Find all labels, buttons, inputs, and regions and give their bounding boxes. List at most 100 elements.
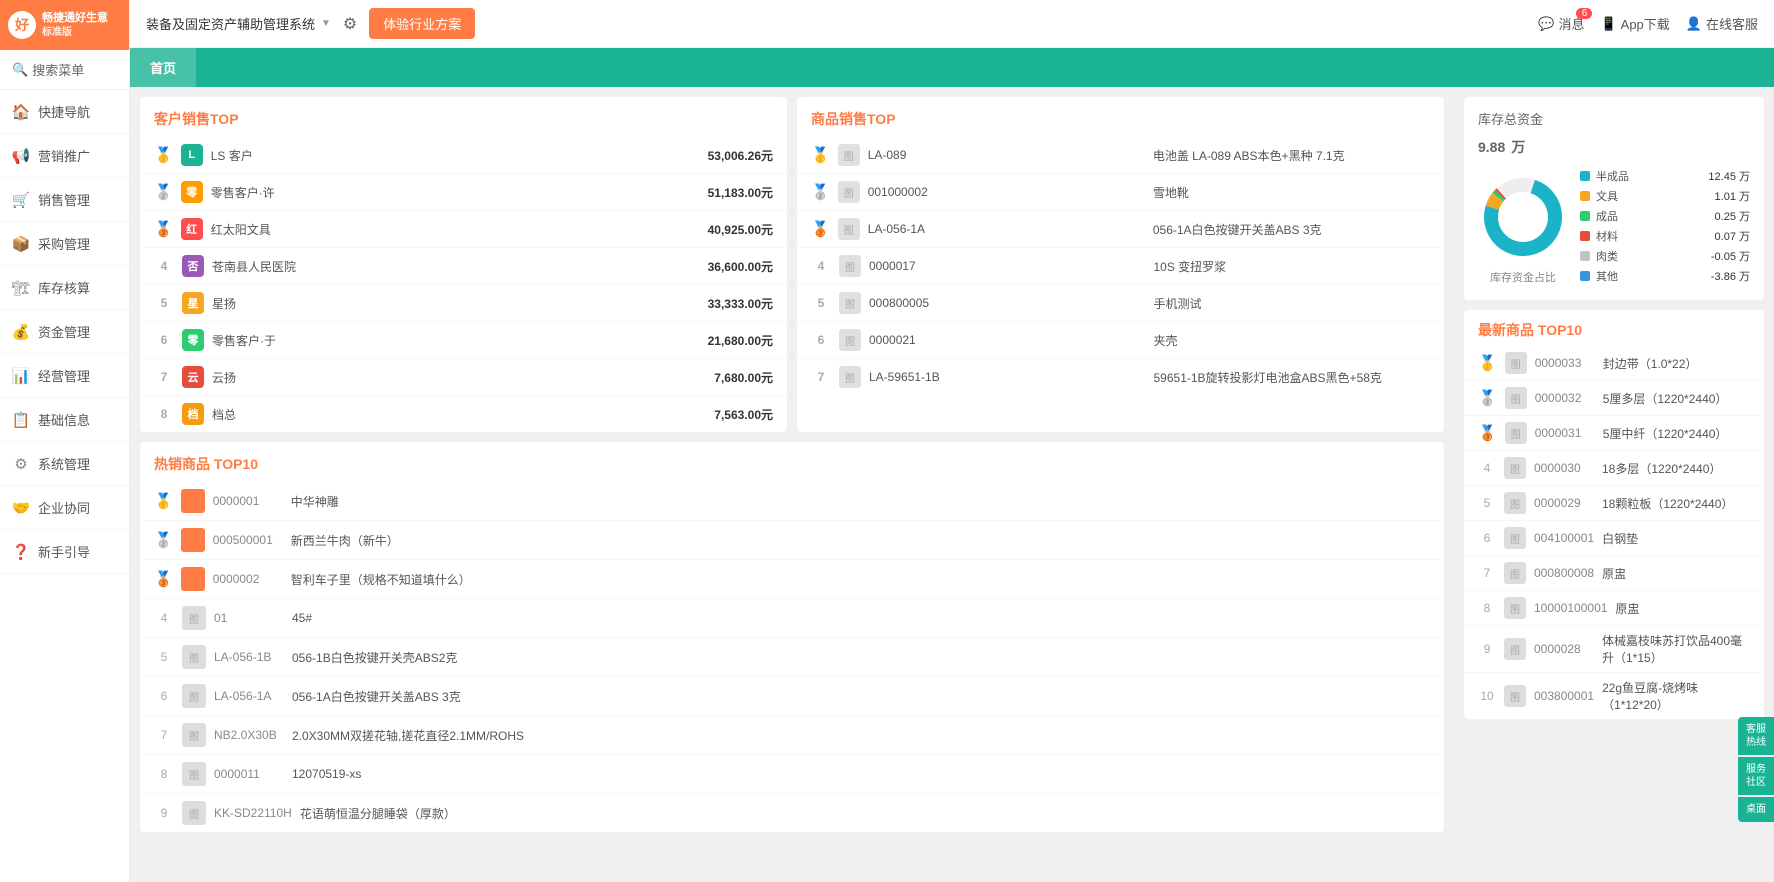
legend-label: 材料	[1596, 228, 1618, 244]
customer-name: 零售客户·于	[212, 332, 700, 349]
product-code: 0000030	[1534, 461, 1594, 475]
hot-products-card: 热销商品 TOP10 🥇 0000001 中华神雕 🥈 000500001 新西…	[140, 442, 1444, 832]
product-code: 0000032	[1535, 391, 1595, 405]
sidebar-item-purchase[interactable]: 📦采购管理	[0, 222, 129, 266]
customer-name: 苍南县人民医院	[212, 258, 700, 275]
sidebar-items: 🏠快捷导航📢营销推广🛒销售管理📦采购管理🏗库存核算💰资金管理📊经营管理📋基础信息…	[0, 90, 129, 574]
nav-tabs: 首页	[130, 48, 1774, 87]
legend-label: 其他	[1596, 268, 1618, 284]
logo-text: 畅捷通好生意 标准版	[42, 11, 108, 38]
product-thumbnail: 图	[1504, 527, 1526, 549]
product-code: 004100001	[1534, 531, 1594, 545]
product-img: 图	[838, 218, 860, 240]
rank-number: 4	[811, 259, 831, 273]
float-btn-desktop[interactable]: 桌面	[1738, 797, 1774, 822]
legend-value: 12.45 万	[1708, 168, 1750, 184]
sidebar-item-basic-info[interactable]: 📋基础信息	[0, 398, 129, 442]
product-img: 图	[839, 255, 861, 277]
medal-icon: 🥉	[154, 570, 173, 588]
search-icon: 🔍	[12, 62, 28, 78]
sidebar-item-inventory[interactable]: 🏗库存核算	[0, 266, 129, 310]
sidebar-item-operations[interactable]: 📊经营管理	[0, 354, 129, 398]
right-panel: 库存总资金 9.88 万	[1454, 87, 1774, 882]
sidebar-item-system[interactable]: ⚙系统管理	[0, 442, 129, 486]
customer-badge: 档	[182, 403, 204, 425]
legend-label: 肉类	[1596, 248, 1618, 264]
table-row: 🥈 零 零售客户·许 51,183.00元	[140, 174, 787, 211]
product-code: 01	[214, 611, 284, 625]
rank-number: 4	[1478, 461, 1496, 475]
legend-item: 文具 1.01 万	[1580, 188, 1750, 204]
legend-item: 其他 -3.86 万	[1580, 268, 1750, 284]
product-code: 0000001	[213, 494, 283, 508]
list-item: 4 图 01 45#	[140, 599, 1444, 638]
sidebar-item-finance[interactable]: 💰资金管理	[0, 310, 129, 354]
table-row: 7 云 云扬 7,680.00元	[140, 359, 787, 396]
product-img: 图	[839, 292, 861, 314]
rank-number: 8	[154, 407, 174, 421]
medal-icon: 🥈	[1478, 389, 1497, 407]
settings-icon[interactable]: ⚙	[343, 14, 357, 34]
customer-badge: 否	[182, 255, 204, 277]
table-row: 🥉 图 LA-056-1A 056-1A白色按键开关盖ABS 3克	[797, 211, 1444, 248]
online-service-item[interactable]: 👤 在线客服	[1686, 14, 1758, 33]
medal-icon: 🥉	[811, 220, 830, 238]
product-img: 图	[839, 366, 861, 388]
legend-color-dot	[1580, 191, 1590, 201]
latest-products-card: 最新商品 TOP10 🥇 图 0000033 封边带（1.0*22） 🥈 图 0…	[1464, 310, 1764, 719]
product-code: 003800001	[1534, 689, 1594, 703]
product-name: 2.0X30MM双搓花轴,搓花直径2.1MM/ROHS	[292, 727, 1430, 744]
message-icon: 💬	[1538, 16, 1554, 32]
experience-btn[interactable]: 体验行业方案	[369, 8, 475, 39]
medal-icon: 🥉	[154, 220, 173, 238]
inventory-legend: 半成品 12.45 万 文具 1.01 万 成品 0.25 万 材料 0.07 …	[1580, 168, 1750, 288]
list-item: 9 图 KK-SD22110H 花语萌恒温分腿睡袋（厚款）	[140, 794, 1444, 832]
product-name: 12070519-xs	[292, 767, 1430, 781]
message-item[interactable]: 💬 消息 6	[1538, 14, 1584, 33]
product-name: 中华神雕	[291, 493, 1430, 510]
sidebar-item-quick-nav[interactable]: 🏠快捷导航	[0, 90, 129, 134]
online-service-label: 在线客服	[1706, 14, 1758, 33]
sidebar-label-finance: 资金管理	[38, 322, 90, 341]
customer-badge: 云	[182, 366, 204, 388]
page-body: 客户销售TOP 🥇 L LS 客户 53,006.26元 🥈 零 零售客户·许 …	[130, 87, 1774, 882]
tab-home[interactable]: 首页	[130, 48, 196, 87]
product-name: 10S 变扭罗浆	[1154, 258, 1431, 275]
customer-ranking-card: 客户销售TOP 🥇 L LS 客户 53,006.26元 🥈 零 零售客户·许 …	[140, 97, 787, 432]
sidebar-item-guide[interactable]: ❓新手引导	[0, 530, 129, 574]
legend-color-dot	[1580, 271, 1590, 281]
sidebar-item-marketing[interactable]: 📢营销推广	[0, 134, 129, 178]
legend-item: 材料 0.07 万	[1580, 228, 1750, 244]
sidebar-item-sales[interactable]: 🛒销售管理	[0, 178, 129, 222]
rank-number: 7	[1478, 566, 1496, 580]
sidebar-label-cooperation: 企业协同	[38, 498, 90, 517]
float-btn-customer-service[interactable]: 客服 热线	[1738, 717, 1774, 755]
product-code: KK-SD22110H	[214, 806, 292, 820]
product-name: 手机测试	[1154, 295, 1431, 312]
rank-number: 5	[154, 650, 174, 664]
medal-icon: 🥈	[154, 531, 173, 549]
sidebar-label-basic-info: 基础信息	[38, 410, 90, 429]
main-content: 装备及固定资产辅助管理系统 ▼ ⚙ 体验行业方案 💬 消息 6 📱 App下载 …	[130, 0, 1774, 882]
medal-icon: 🥉	[1478, 424, 1497, 442]
product-code: 0000031	[1535, 426, 1595, 440]
customer-amount: 40,925.00元	[708, 221, 773, 238]
system-title: 装备及固定资产辅助管理系统	[146, 14, 315, 33]
operations-icon: 📊	[12, 367, 30, 385]
product-code: 000500001	[213, 533, 283, 547]
customer-badge: 零	[181, 181, 203, 203]
rank-number: 9	[1478, 642, 1496, 656]
list-item: 6 图 LA-056-1A 056-1A白色按键开关盖ABS 3克	[140, 677, 1444, 716]
sidebar-label-sales: 销售管理	[38, 190, 90, 209]
list-item: 🥈 000500001 新西兰牛肉（新牛）	[140, 521, 1444, 560]
list-item: 9 图 0000028 体械嘉枝味苏打饮品400毫升（1*15）	[1464, 626, 1764, 673]
sidebar-search[interactable]: 🔍 搜索菜单	[0, 50, 129, 90]
rank-number: 5	[1478, 496, 1496, 510]
legend-label: 文具	[1596, 188, 1618, 204]
legend-item: 肉类 -0.05 万	[1580, 248, 1750, 264]
customer-amount: 53,006.26元	[708, 147, 773, 164]
app-download-item[interactable]: 📱 App下载	[1600, 14, 1669, 33]
sidebar-item-cooperation[interactable]: 🤝企业协同	[0, 486, 129, 530]
topbar-system-selector[interactable]: 装备及固定资产辅助管理系统 ▼	[146, 14, 331, 33]
float-btn-service-community[interactable]: 服务 社区	[1738, 757, 1774, 795]
